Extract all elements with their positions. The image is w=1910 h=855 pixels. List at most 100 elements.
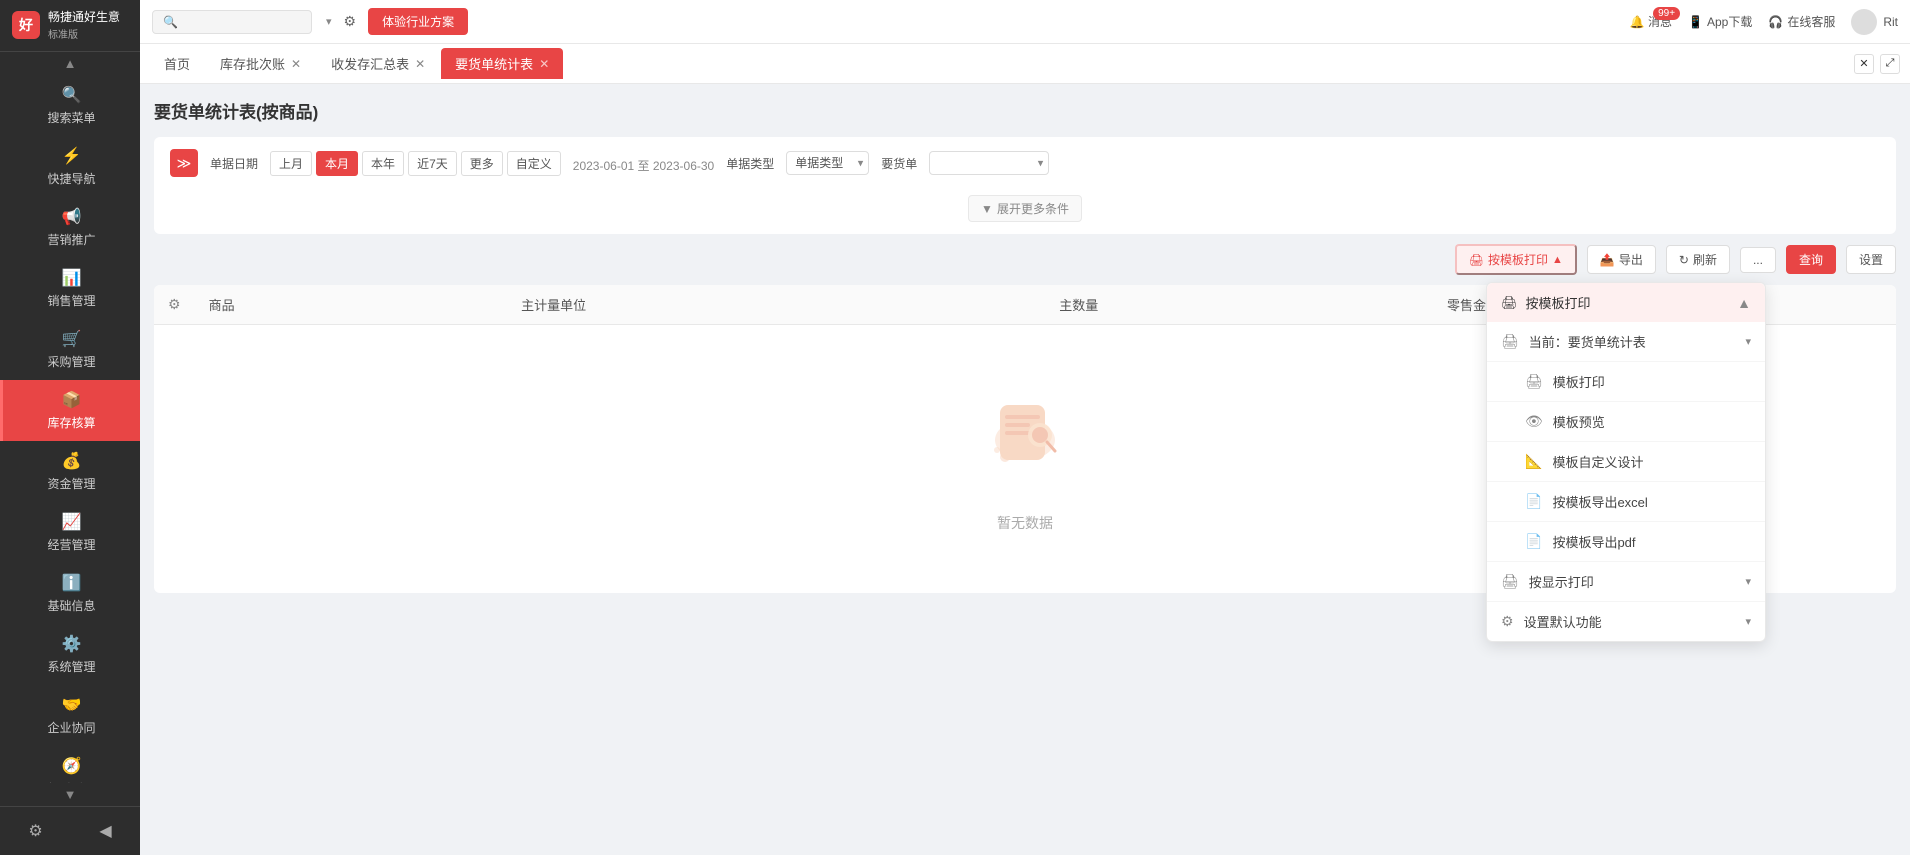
app-download-btn[interactable]: 📱 App下载: [1688, 13, 1752, 30]
tab-batch-account[interactable]: 库存批次账 ✕: [206, 48, 315, 79]
print-dropdown-close[interactable]: ▲: [1737, 295, 1751, 311]
set-default-label: 设置默认功能: [1524, 612, 1602, 631]
tab-order-stats-close[interactable]: ✕: [539, 57, 549, 71]
tab-order-stats[interactable]: 要货单统计表 ✕: [441, 48, 563, 79]
settings-btn[interactable]: 设置: [1846, 245, 1896, 274]
search-chevron-icon[interactable]: ▾: [326, 15, 332, 28]
tab-collect-summary-close[interactable]: ✕: [415, 57, 425, 71]
sidebar-item-base[interactable]: ℹ️ 基础信息: [0, 563, 140, 624]
query-btn[interactable]: 查询: [1786, 245, 1836, 274]
bill-type-select[interactable]: 单据类型: [786, 151, 869, 175]
date-btn-cur-year[interactable]: 本年: [362, 151, 404, 176]
sidebar-settings-btn[interactable]: ⚙: [24, 817, 46, 845]
guide-icon: 🧭: [62, 756, 82, 776]
date-btn-cur-month[interactable]: 本月: [316, 151, 358, 176]
user-area[interactable]: Rit: [1851, 9, 1898, 35]
notification-badge: 99+: [1653, 7, 1680, 20]
template-icon: 🖨: [1501, 333, 1519, 350]
tab-batch-account-close[interactable]: ✕: [291, 57, 301, 71]
quick-nav-icon: ⚡: [62, 146, 82, 166]
print-template-btn[interactable]: 🖨 按模板打印 ▲: [1455, 244, 1577, 275]
toolbar: 🖨 按模板打印 ▲ 📤 导出 ↻ 刷新 ... 查询 设置 🖨: [154, 244, 1896, 275]
top-header: 🔍 ▾ ⚙ 体验行业方案 🔔 消息 99+ 📱 App下载 🎧 在线客服: [140, 0, 1910, 44]
print-template-label: 按模板打印: [1488, 251, 1548, 268]
bell-icon: 🔔: [1630, 15, 1645, 29]
sidebar-item-quick-nav[interactable]: ⚡ 快捷导航: [0, 136, 140, 197]
template-design-item[interactable]: 📐 模板自定义设计: [1487, 442, 1765, 482]
sidebar-bottom: ⚙ ◀: [0, 806, 140, 855]
refresh-label: 刷新: [1693, 251, 1717, 268]
sidebar-item-label: 系统管理: [47, 658, 95, 675]
date-btn-last7[interactable]: 近7天: [408, 151, 457, 176]
sidebar-item-label: 销售管理: [47, 292, 95, 309]
tab-close-all-btn[interactable]: ✕: [1854, 54, 1874, 74]
date-btn-more[interactable]: 更多: [461, 151, 503, 176]
refresh-btn[interactable]: ↻ 刷新: [1666, 245, 1730, 274]
online-service-label: 在线客服: [1787, 13, 1835, 30]
sidebar-item-search[interactable]: 🔍 搜索菜单: [0, 75, 140, 136]
order-status-select[interactable]: [929, 151, 1049, 175]
logo-icon: 好: [12, 11, 40, 39]
template-preview-item[interactable]: 👁 模板预览: [1487, 402, 1765, 442]
notification-btn[interactable]: 🔔 消息 99+: [1630, 13, 1672, 30]
tab-home[interactable]: 首页: [150, 48, 204, 79]
expand-conditions-btn[interactable]: ▼ 展开更多条件: [968, 195, 1082, 222]
tab-expand-btn[interactable]: ⤢: [1880, 54, 1900, 74]
col-unit: 主计量单位: [507, 285, 1045, 325]
filter-expand-toggle[interactable]: ≫: [170, 149, 198, 177]
sidebar-scroll-down[interactable]: ▼: [0, 783, 140, 806]
current-template-chevron: ▾: [1745, 335, 1751, 348]
col-settings-icon[interactable]: ⚙: [168, 296, 181, 312]
filter-bar: ≫ 单据日期 上月 本月 本年 近7天 更多 自定义 2023-06-01 至 …: [154, 137, 1896, 234]
current-template-item[interactable]: 🖨 当前：要货单统计表 ▾: [1487, 322, 1765, 362]
sidebar-item-collab[interactable]: 🤝 企业协同: [0, 685, 140, 746]
template-excel-item[interactable]: 📄 按模板导出excel: [1487, 482, 1765, 522]
sidebar-item-system[interactable]: ⚙️ 系统管理: [0, 624, 140, 685]
online-service-btn[interactable]: 🎧 在线客服: [1768, 13, 1835, 30]
app-download-label: App下载: [1707, 13, 1752, 30]
sidebar-item-inventory[interactable]: 📦 库存核算: [0, 380, 140, 441]
set-default-item[interactable]: ⚙ 设置默认功能 ▾: [1487, 602, 1765, 641]
sidebar-item-marketing[interactable]: 📢 营销推广: [0, 197, 140, 258]
top-search-box[interactable]: 🔍: [152, 10, 312, 34]
sidebar-item-label: 资金管理: [47, 475, 95, 492]
industry-btn[interactable]: 体验行业方案: [368, 8, 468, 35]
more-options-btn[interactable]: ...: [1740, 247, 1776, 273]
app-edition: 标准版: [48, 26, 120, 41]
sidebar-item-label: 搜索菜单: [47, 109, 95, 126]
expand-label: 展开更多条件: [997, 200, 1069, 217]
col-settings[interactable]: ⚙: [154, 285, 195, 325]
empty-text: 暂无数据: [997, 513, 1053, 533]
template-pdf-item[interactable]: 📄 按模板导出pdf: [1487, 522, 1765, 562]
sidebar-item-finance[interactable]: 💰 资金管理: [0, 441, 140, 502]
print-chevron-icon: ▲: [1552, 254, 1563, 266]
header-gear-icon[interactable]: ⚙: [344, 13, 357, 30]
page-title: 要货单统计表(按商品): [154, 98, 1896, 123]
printer-icon-large: 🖨: [1501, 295, 1518, 311]
export-btn[interactable]: 📤 导出: [1587, 245, 1656, 274]
sidebar-item-operations[interactable]: 📈 经营管理: [0, 502, 140, 563]
date-btn-prev-month[interactable]: 上月: [270, 151, 312, 176]
tab-collect-summary[interactable]: 收发存汇总表 ✕: [317, 48, 439, 79]
sidebar-collapse-btn[interactable]: ◀: [95, 817, 115, 845]
col-product: 商品: [195, 285, 508, 325]
finance-icon: 💰: [62, 451, 82, 471]
sidebar-item-guide[interactable]: 🧭 新手引导: [0, 746, 140, 783]
display-print-item[interactable]: 🖨 按显示打印 ▾: [1487, 562, 1765, 602]
set-default-icon: ⚙: [1501, 613, 1514, 630]
date-btn-custom[interactable]: 自定义: [507, 151, 561, 176]
print-dropdown: 🖨 按模板打印 ▲ 🖨 当前：要货单统计表 ▾ 🖨 模板打印: [1486, 282, 1766, 642]
header-mid: 体验行业方案: [368, 8, 1618, 35]
operations-icon: 📈: [62, 512, 82, 532]
sidebar-scroll-up[interactable]: ▲: [0, 52, 140, 75]
sidebar-item-purchase[interactable]: 🛒 采购管理: [0, 319, 140, 380]
print-dropdown-title-area: 🖨 按模板打印: [1501, 293, 1591, 312]
template-print-item[interactable]: 🖨 模板打印: [1487, 362, 1765, 402]
bill-type-label: 单据类型: [726, 155, 774, 172]
current-template-label: 当前：要货单统计表: [1529, 332, 1646, 351]
sidebar-item-sales[interactable]: 📊 销售管理: [0, 258, 140, 319]
main-area: 🔍 ▾ ⚙ 体验行业方案 🔔 消息 99+ 📱 App下载 🎧 在线客服: [140, 0, 1910, 855]
sales-icon: 📊: [62, 268, 82, 288]
tabs-bar: 首页 库存批次账 ✕ 收发存汇总表 ✕ 要货单统计表 ✕ ✕ ⤢: [140, 44, 1910, 84]
set-default-chevron: ▾: [1745, 615, 1751, 628]
